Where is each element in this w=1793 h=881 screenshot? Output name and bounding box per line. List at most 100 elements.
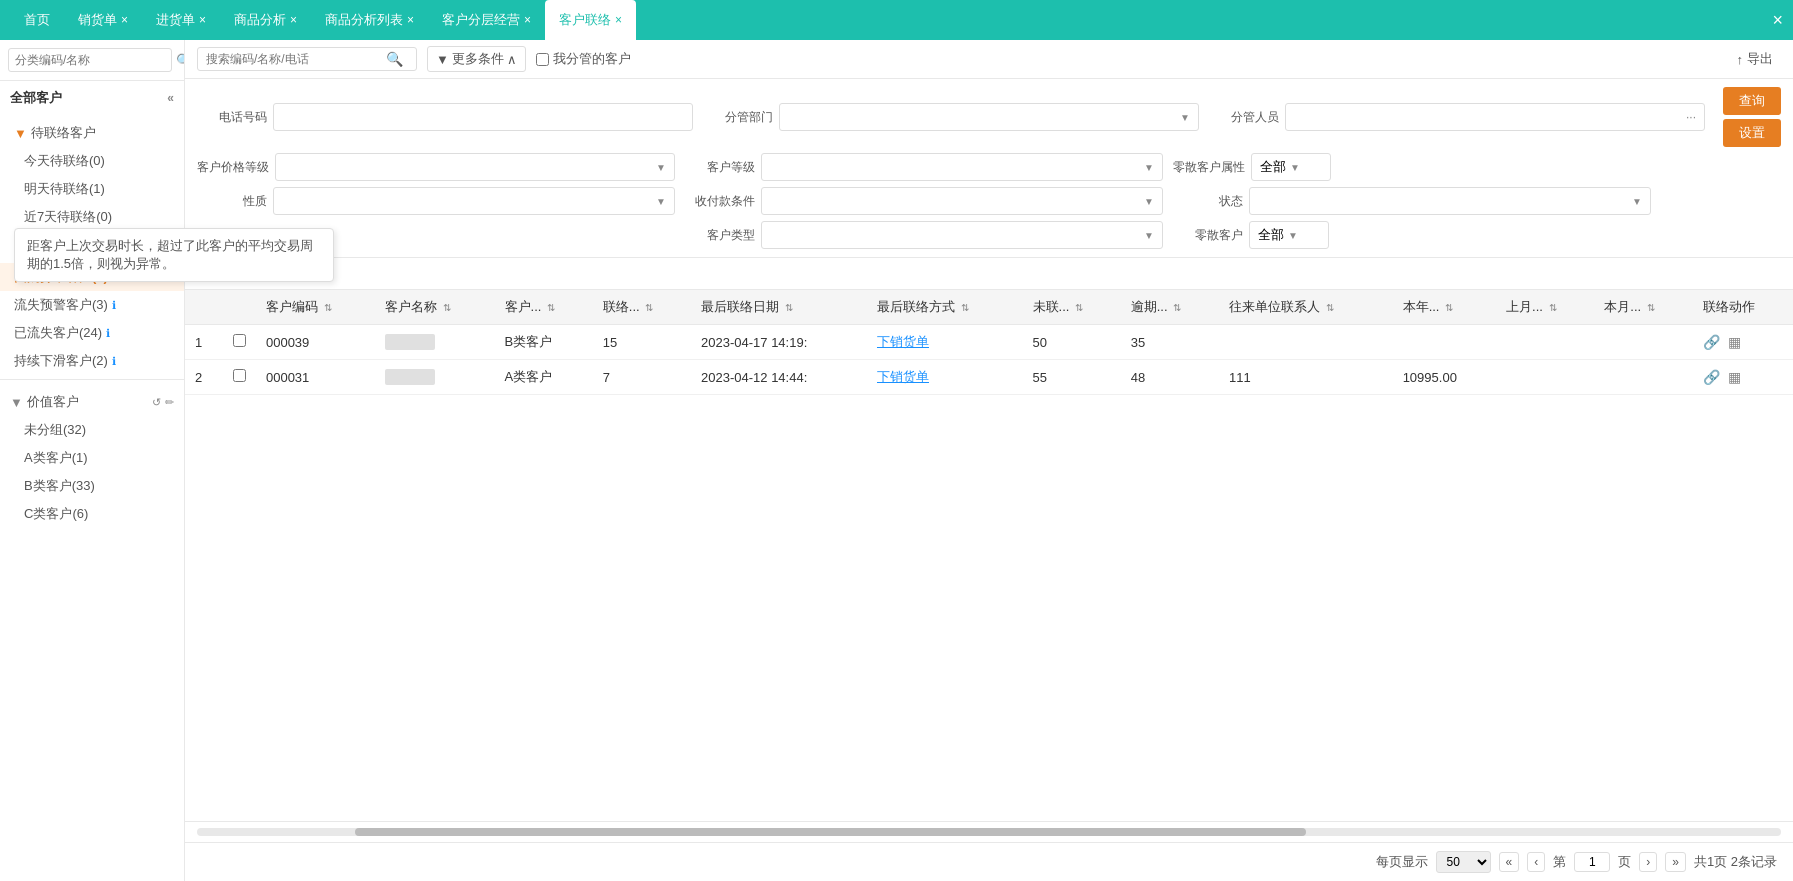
nav-close-customer-contact[interactable]: ×: [615, 13, 622, 27]
next-page-button[interactable]: ›: [1639, 852, 1657, 872]
row2-last-method[interactable]: 下销货单: [867, 360, 1023, 395]
status-select[interactable]: ▼: [1249, 187, 1651, 215]
row1-checkbox[interactable]: [233, 334, 246, 347]
nav-item-purchase[interactable]: 进货单 ×: [142, 0, 220, 40]
info-icon-churn-warning: ℹ: [112, 299, 116, 312]
nature-arrow: ▼: [656, 196, 666, 207]
my-customers-checkbox[interactable]: [536, 53, 549, 66]
sidebar-item-declining[interactable]: 持续下滑客户(2) ℹ: [0, 347, 184, 375]
row2-grid-icon[interactable]: ▦: [1728, 369, 1741, 385]
dept-select[interactable]: ▼: [779, 103, 1199, 131]
nav-item-sales[interactable]: 销货单 ×: [64, 0, 142, 40]
type-sort-icon[interactable]: ⇅: [547, 302, 555, 313]
payment-select[interactable]: ▼: [761, 187, 1163, 215]
nav-close-analysis[interactable]: ×: [290, 13, 297, 27]
nav-close-purchase[interactable]: ×: [199, 13, 206, 27]
prev-page-button[interactable]: ‹: [1527, 852, 1545, 872]
more-conditions-button[interactable]: ▼ 更多条件 ∧: [427, 46, 526, 72]
row1-this-month: [1594, 325, 1692, 360]
row2-code: 000031: [256, 360, 375, 395]
per-page-select[interactable]: 50 100 200: [1436, 851, 1491, 873]
row2-link-icon[interactable]: 🔗: [1703, 369, 1720, 385]
price-level-arrow: ▼: [656, 162, 666, 173]
row1-name: [375, 325, 494, 360]
price-level-select[interactable]: ▼: [275, 153, 675, 181]
sidebar-item-tomorrow[interactable]: 明天待联络(1): [0, 175, 184, 203]
nature-select[interactable]: ▼: [273, 187, 675, 215]
edit-icon[interactable]: ✏: [165, 396, 174, 409]
name-sort-icon[interactable]: ⇅: [443, 302, 451, 313]
price-level-label: 客户价格等级: [197, 159, 269, 176]
sidebar-item-today[interactable]: 今天待联络(0): [0, 147, 184, 175]
manager-select[interactable]: ···: [1285, 103, 1705, 131]
customer-level-select[interactable]: ▼: [761, 153, 1163, 181]
horizontal-scrollbar-thumb[interactable]: [355, 828, 1305, 836]
scatter-customer-select[interactable]: 全部 ▼: [1249, 221, 1329, 249]
sidebar-item-class-b[interactable]: B类客户(33): [0, 472, 184, 500]
row1-unlabeled: 50: [1023, 325, 1121, 360]
last-method-sort-icon[interactable]: ⇅: [961, 302, 969, 313]
query-button[interactable]: 查询: [1723, 87, 1781, 115]
arrow-icon: ▼: [14, 126, 27, 141]
sidebar-item-unclassified[interactable]: 未分组(32): [0, 416, 184, 444]
this-month-sort-icon[interactable]: ⇅: [1647, 302, 1655, 313]
row1-link-icon[interactable]: 🔗: [1703, 334, 1720, 350]
customer-type-select[interactable]: ▼: [761, 221, 1163, 249]
row2-name: [375, 360, 494, 395]
row2-type: A类客户: [495, 360, 593, 395]
sidebar-search-input[interactable]: [8, 48, 172, 72]
nav-item-customer-tier[interactable]: 客户分层经营 ×: [428, 0, 545, 40]
refresh-icon[interactable]: ↺: [152, 396, 161, 409]
sidebar-item-class-c[interactable]: C类客户(6): [0, 500, 184, 528]
my-customers-wrap: 我分管的客户: [536, 50, 631, 68]
sidebar-item-class-a[interactable]: A类客户(1): [0, 444, 184, 472]
company-contact-sort-icon[interactable]: ⇅: [1326, 302, 1334, 313]
nav-item-home[interactable]: 首页: [10, 0, 64, 40]
sidebar-item-7days[interactable]: 近7天待联络(0): [0, 203, 184, 231]
nav-item-analysis[interactable]: 商品分析 ×: [220, 0, 311, 40]
row2-checkbox[interactable]: [233, 369, 246, 382]
row1-grid-icon[interactable]: ▦: [1728, 334, 1741, 350]
nav-close-customer-tier[interactable]: ×: [524, 13, 531, 27]
last-page-button[interactable]: »: [1665, 852, 1686, 872]
contact-count-sort-icon[interactable]: ⇅: [645, 302, 653, 313]
row1-last-method[interactable]: 下销货单: [867, 325, 1023, 360]
sidebar-item-churn-warning[interactable]: 流失预警客户(3) ℹ: [0, 291, 184, 319]
filter-item-payment: 收付款条件 ▼: [685, 187, 1163, 215]
info-icon-churned: ℹ: [106, 327, 110, 340]
export-button[interactable]: ↑ 导出: [1729, 47, 1782, 71]
nav-close-analysis-list[interactable]: ×: [407, 13, 414, 27]
last-date-sort-icon[interactable]: ⇅: [785, 302, 793, 313]
page-number-input[interactable]: [1574, 852, 1610, 872]
sidebar-value-group-header[interactable]: ▼ 价值客户 ↺ ✏: [0, 388, 184, 416]
sidebar-collapse-icon[interactable]: «: [167, 91, 174, 105]
nav-item-analysis-list[interactable]: 商品分析列表 ×: [311, 0, 428, 40]
overdue-sort-icon[interactable]: ⇅: [1173, 302, 1181, 313]
nav-item-customer-contact[interactable]: 客户联络 ×: [545, 0, 636, 40]
per-page-label: 每页显示: [1376, 853, 1428, 871]
col-unlabeled: 未联... ⇅: [1023, 290, 1121, 325]
table-header-row: 客户编码 ⇅ 客户名称 ⇅ 客户... ⇅: [185, 290, 1793, 325]
settings-button[interactable]: 设置: [1723, 119, 1781, 147]
sidebar-group-pending-header[interactable]: ▼ 待联络客户: [0, 119, 184, 147]
year-amount-sort-icon[interactable]: ⇅: [1445, 302, 1453, 313]
phone-input[interactable]: [273, 103, 693, 131]
close-all-button[interactable]: ×: [1772, 10, 1783, 31]
col-actions: 联络动作: [1693, 290, 1794, 325]
search-icon[interactable]: 🔍: [386, 51, 403, 67]
scatter-attr-arrow: ▼: [1290, 162, 1300, 173]
sidebar-item-churned[interactable]: 已流失客户(24) ℹ: [0, 319, 184, 347]
last-month-sort-icon[interactable]: ⇅: [1549, 302, 1557, 313]
unlabeled-sort-icon[interactable]: ⇅: [1075, 302, 1083, 313]
scatter-attr-select[interactable]: 全部 ▼: [1251, 153, 1331, 181]
filter-row-3: 性质 ▼ 收付款条件 ▼ 状态: [197, 187, 1781, 215]
search-input[interactable]: [206, 52, 386, 66]
horizontal-scrollbar-track: [197, 828, 1781, 836]
sidebar-all-customers[interactable]: 全部客户 «: [0, 81, 184, 115]
first-page-button[interactable]: «: [1499, 852, 1520, 872]
nav-close-sales[interactable]: ×: [121, 13, 128, 27]
sidebar-divider: [0, 379, 184, 380]
code-sort-icon[interactable]: ⇅: [324, 302, 332, 313]
sidebar-search-icon[interactable]: 🔍: [176, 53, 185, 68]
content-area: 🔍 ▼ 更多条件 ∧ 我分管的客户 ↑ 导出 电话号码: [185, 40, 1793, 881]
